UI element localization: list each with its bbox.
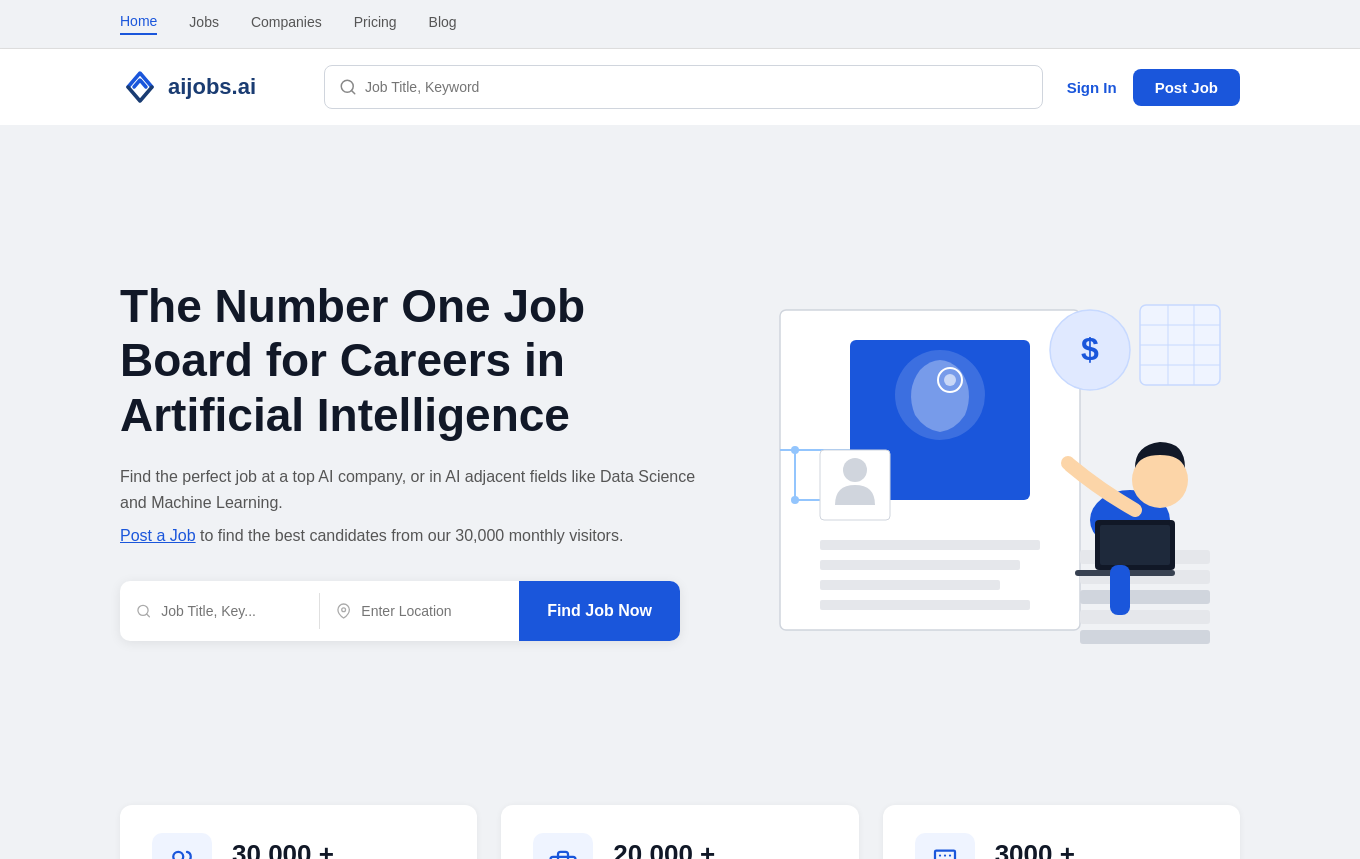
svg-rect-7 [820,560,1020,570]
stat-info-companies: 3000 + Companies [995,839,1075,860]
building-icon [930,848,960,859]
hero-search-row: Find Job Now [120,581,680,641]
stat-number-visitors: 30,000 + [232,839,334,860]
svg-rect-39 [1110,565,1130,615]
svg-rect-8 [820,580,1000,590]
nav-blog[interactable]: Blog [429,14,457,34]
hero-illustration: $ [720,250,1240,670]
stat-card-visitors: 30,000 + Monthly Visitors [120,805,477,859]
main-header: aijobs.ai Sign In Post Job [0,49,1360,125]
hero-cta-text: Post a Job to find the best candidates f… [120,523,700,549]
briefcase-icon [548,848,578,859]
logo[interactable]: aijobs.ai [120,67,300,107]
stat-number-jobs: 20,000 + [613,839,715,860]
stat-number-companies: 3000 + [995,839,1075,860]
stat-icon-companies [915,833,975,859]
header-search-input[interactable] [365,79,1028,95]
sign-in-button[interactable]: Sign In [1067,79,1117,96]
stat-card-companies: 3000 + Companies [883,805,1240,859]
svg-line-3 [147,614,150,617]
stat-icon-jobs [533,833,593,859]
find-job-button[interactable]: Find Job Now [519,581,680,641]
hero-content: The Number One Job Board for Careers in … [120,279,700,641]
svg-rect-6 [820,540,1040,550]
post-job-button[interactable]: Post Job [1133,69,1240,106]
svg-line-1 [351,90,354,93]
svg-rect-9 [820,600,1030,610]
svg-point-13 [944,374,956,386]
job-search-icon [136,602,151,620]
svg-text:$: $ [1081,331,1099,367]
hero-illustration-svg: $ [720,250,1240,670]
hero-description: Find the perfect job at a top AI company… [120,464,700,515]
header-actions: Sign In Post Job [1067,69,1240,106]
stat-icon-visitors [152,833,212,859]
nav-jobs[interactable]: Jobs [189,14,219,34]
top-nav: Home Jobs Companies Pricing Blog [120,0,1240,48]
hero-title: The Number One Job Board for Careers in … [120,279,700,442]
svg-rect-32 [1080,610,1210,624]
nav-pricing[interactable]: Pricing [354,14,397,34]
stat-info-jobs: 20,000 + Jobs [613,839,715,860]
svg-point-40 [1061,456,1075,470]
svg-rect-33 [1080,630,1210,644]
svg-rect-31 [1080,590,1210,604]
svg-rect-36 [1100,525,1170,565]
location-icon [336,602,351,620]
svg-point-4 [342,608,346,612]
nav-companies[interactable]: Companies [251,14,322,34]
svg-point-20 [843,458,867,482]
logo-icon [120,67,160,107]
location-search-field[interactable] [320,602,519,620]
job-search-field[interactable] [120,602,319,620]
nav-home[interactable]: Home [120,13,157,35]
location-input[interactable] [361,603,503,619]
post-a-job-link[interactable]: Post a Job [120,527,196,544]
job-title-input[interactable] [161,603,303,619]
users-icon [167,848,197,859]
hero-section: The Number One Job Board for Careers in … [0,125,1360,785]
stat-info-visitors: 30,000 + Monthly Visitors [232,839,334,860]
stats-section: 30,000 + Monthly Visitors 20,000 + Jobs [0,785,1360,859]
logo-text: aijobs.ai [168,74,256,100]
search-icon [339,78,357,96]
stat-card-jobs: 20,000 + Jobs [501,805,858,859]
svg-point-41 [173,852,183,859]
header-search-bar[interactable] [324,65,1043,109]
